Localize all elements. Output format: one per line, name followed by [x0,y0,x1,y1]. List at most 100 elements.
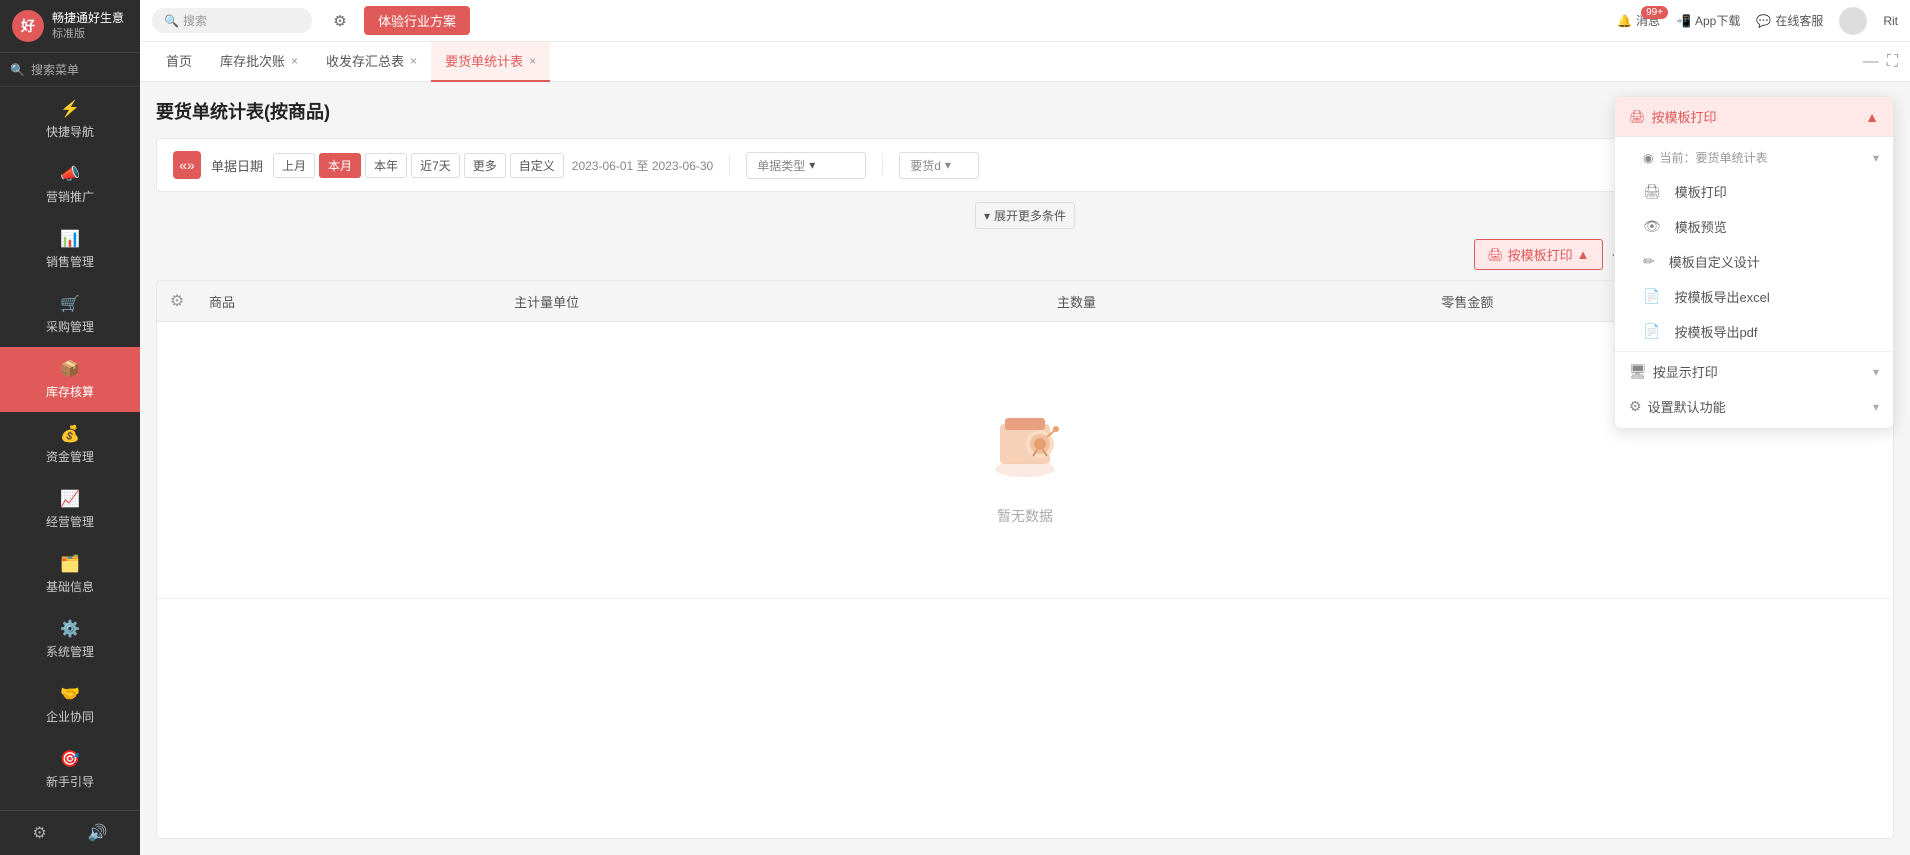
header-gear-button[interactable]: ⚙ [326,7,354,35]
notification-badge: 99+ [1641,6,1668,19]
sidebar-item-shortcut[interactable]: ⚡ 快捷导航 [0,87,140,152]
col-settings[interactable]: ⚙ [157,281,197,322]
sidebar-item-marketing[interactable]: 📣 营销推广 [0,152,140,217]
speaker-footer-icon[interactable]: 🔊 [88,823,108,843]
tab-collection[interactable]: 收发存汇总表 × [312,42,431,82]
service-icon: 💬 [1756,14,1771,28]
collab-icon: 🤝 [60,684,80,704]
tabs-minimize-icon[interactable]: — [1863,53,1879,71]
tabs-right-icons: — ⛶ [1863,53,1898,71]
date-btn-custom[interactable]: 自定义 [510,153,564,178]
sidebar-item-basic[interactable]: 🗂️ 基础信息 [0,542,140,607]
online-service-button[interactable]: 💬 在线客服 [1756,12,1823,29]
dropdown-collapse-icon[interactable]: ▲ [1865,109,1879,125]
tab-close-collection[interactable]: × [410,55,417,67]
tabs-maximize-icon[interactable]: ⛶ [1887,53,1898,71]
template-design-icon: ✏ [1643,253,1655,270]
purchase-icon: 🛒 [60,294,80,314]
sidebar-item-inventory[interactable]: 📦 库存核算 [0,347,140,412]
tab-close-batch[interactable]: × [291,55,298,67]
set-default-item[interactable]: ⚙ 设置默认功能 ▾ [1615,389,1893,424]
template-pdf-icon: 📄 [1643,323,1660,340]
shortcut-icon: ⚡ [60,99,80,119]
date-btn-this-month[interactable]: 本月 [319,153,361,178]
current-chevron-icon: ▾ [1873,151,1879,165]
sidebar-item-guide[interactable]: 🎯 新手引导 [0,737,140,802]
notifications-button[interactable]: 🔔 消息 99+ [1617,12,1660,29]
template-excel-item[interactable]: 📄 按模板导出excel [1615,279,1893,314]
sidebar-item-apps[interactable]: 📱 应用中心 [0,802,140,810]
template-preview-item[interactable]: 👁 模板预览 [1615,209,1893,244]
sidebar-logo: 好 畅捷通好生意 标准版 [0,0,140,53]
search-icon: 🔍 [10,63,25,77]
expand-more-button[interactable]: ▾ 展开更多条件 [975,202,1075,229]
chevron-up-icon: ▲ [1577,247,1590,262]
system-icon: ⚙️ [60,619,80,639]
sidebar-item-purchase[interactable]: 🛒 采购管理 [0,282,140,347]
page-content: 要货单统计表(按商品) «» 单据日期 上月 本月 本年 近7天 更多 自定义 … [140,82,1910,855]
header-search-icon: 🔍 [164,14,179,28]
tab-close-order-stats[interactable]: × [529,55,536,67]
sidebar-item-collab[interactable]: 🤝 企业协同 [0,672,140,737]
dropdown-header-left: 🖨 按模板打印 [1629,107,1717,126]
header-search-bar[interactable]: 🔍 搜索 [152,8,312,33]
template-excel-icon: 📄 [1643,288,1660,305]
trial-button[interactable]: 体验行业方案 [364,6,470,35]
sidebar-item-operation[interactable]: 📈 经营管理 [0,477,140,542]
marketing-icon: 📣 [60,164,80,184]
date-btn-this-year[interactable]: 本年 [365,153,407,178]
display-print-icon: 🖥 [1629,363,1647,380]
sidebar-nav: ⚡ 快捷导航 📣 营销推广 📊 销售管理 🛒 采购管理 📦 库存核算 💰 资金管… [0,87,140,810]
user-name: Rit [1883,14,1898,28]
tab-home[interactable]: 首页 [152,42,206,82]
date-btn-more[interactable]: 更多 [464,153,506,178]
sales-icon: 📊 [60,229,80,249]
date-btn-last-month[interactable]: 上月 [273,153,315,178]
guide-icon: 🎯 [60,749,80,769]
order-goods-select[interactable]: 要货d ▾ [899,152,979,179]
main-content: 🔍 搜索 ⚙ 体验行业方案 🔔 消息 99+ 📲 App下载 💬 在线客服 Ri… [140,0,1910,855]
settings-footer-icon[interactable]: ⚙ [32,823,46,843]
print-dropdown-menu: 🖨 按模板打印 ▲ ◉ 当前：要货单统计表 ▾ 🖨 模板打印 [1614,96,1894,429]
column-settings-icon[interactable]: ⚙ [170,293,184,310]
template-pdf-item[interactable]: 📄 按模板导出pdf [1615,314,1893,349]
set-default-icon: ⚙ [1629,398,1642,415]
dropdown-section: ◉ 当前：要货单统计表 ▾ 🖨 模板打印 👁 模板预览 ✏ 模板自定义设计 [1615,137,1893,428]
empty-illustration [975,394,1075,494]
chevron-down-icon-2: ▾ [945,158,951,172]
tab-order-stats[interactable]: 要货单统计表 × [431,42,550,82]
col-quantity: 主数量 [1045,281,1429,322]
display-print-item[interactable]: 🖥 按显示打印 ▾ [1615,354,1893,389]
current-icon: ◉ [1643,151,1653,165]
print-template-button[interactable]: 🖨 按模板打印 ▲ [1474,239,1602,270]
sidebar: 好 畅捷通好生意 标准版 🔍 搜索菜单 ⚡ 快捷导航 📣 营销推广 📊 销售管理… [0,0,140,855]
sidebar-item-system[interactable]: ⚙️ 系统管理 [0,607,140,672]
top-header: 🔍 搜索 ⚙ 体验行业方案 🔔 消息 99+ 📲 App下载 💬 在线客服 Ri… [140,0,1910,42]
expand-icon: ▾ [984,209,990,223]
download-icon: 📲 [1676,14,1691,28]
tab-batch[interactable]: 库存批次账 × [206,42,312,82]
date-label: 单据日期 [211,156,263,175]
template-print-item[interactable]: 🖨 模板打印 [1615,174,1893,209]
template-design-item[interactable]: ✏ 模板自定义设计 [1615,244,1893,279]
date-btn-7days[interactable]: 近7天 [411,153,460,178]
sidebar-search[interactable]: 🔍 搜索菜单 [0,53,140,87]
dropdown-header-right: ▲ [1865,109,1879,125]
logo-icon: 好 [12,10,44,42]
sidebar-item-sales[interactable]: 📊 销售管理 [0,217,140,282]
template-print-icon: 🖨 [1643,183,1661,200]
chevron-down-icon: ▾ [809,158,815,172]
filter-separator-2 [882,155,883,175]
filter-separator [729,155,730,175]
dropdown-header: 🖨 按模板打印 ▲ [1615,97,1893,137]
doc-type-select[interactable]: 单据类型 ▾ [746,152,866,179]
logo-text: 畅捷通好生意 标准版 [52,11,124,41]
app-download-button[interactable]: 📲 App下载 [1676,12,1740,29]
filter-expand-button[interactable]: «» [173,151,201,179]
header-right: 🔔 消息 99+ 📲 App下载 💬 在线客服 Rit [1617,7,1898,35]
bell-icon: 🔔 [1617,14,1632,28]
dropdown-divider [1615,351,1893,352]
finance-icon: 💰 [60,424,80,444]
empty-text: 暂无数据 [997,506,1053,526]
sidebar-item-finance[interactable]: 💰 资金管理 [0,412,140,477]
